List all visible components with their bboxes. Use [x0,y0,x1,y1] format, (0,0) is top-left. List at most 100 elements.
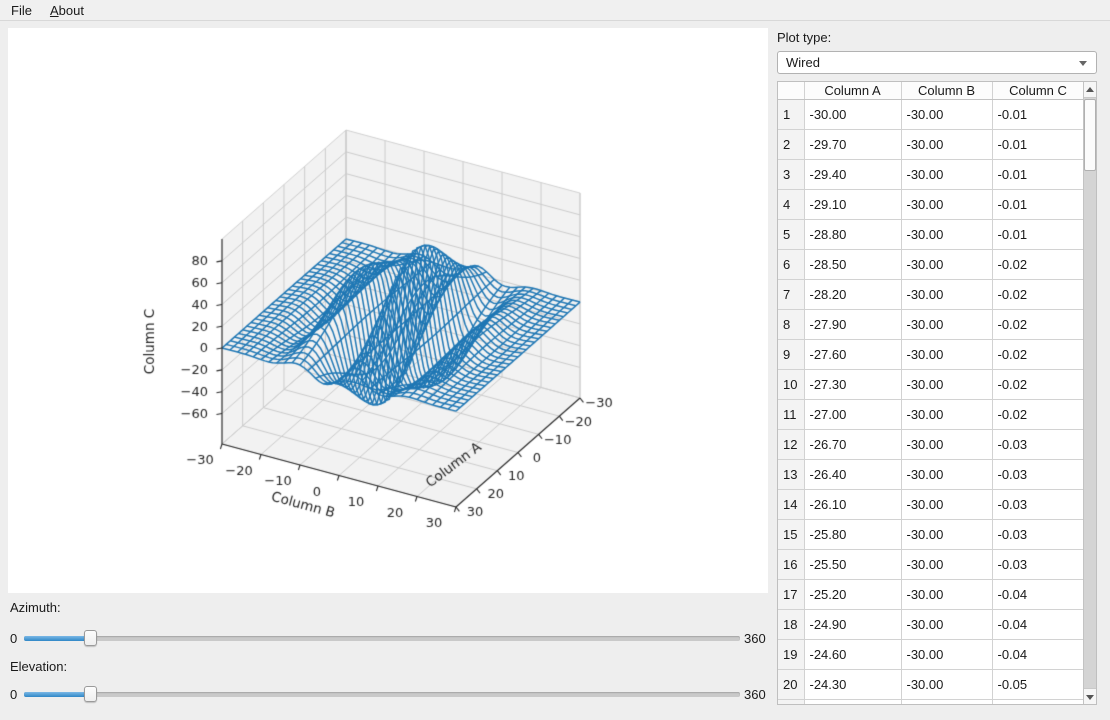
row-number[interactable]: 1 [778,99,804,129]
cell-column-a[interactable]: -30.00 [804,99,901,129]
row-number[interactable]: 7 [778,279,804,309]
cell-column-c[interactable]: -0.03 [992,489,1084,519]
cell-column-c[interactable]: -0.01 [992,189,1084,219]
cell-column-a[interactable]: -25.50 [804,549,901,579]
cell-column-a[interactable]: -28.80 [804,219,901,249]
cell-column-a[interactable]: -27.30 [804,369,901,399]
cell-column-a[interactable]: -27.90 [804,309,901,339]
cell-column-a[interactable]: -26.10 [804,489,901,519]
cell-column-b[interactable]: -30.00 [901,549,992,579]
column-header-a[interactable]: Column A [804,82,901,99]
row-number[interactable]: 12 [778,429,804,459]
slider-handle[interactable] [84,630,97,646]
cell-column-b[interactable]: -30.00 [901,459,992,489]
cell-column-a[interactable]: -28.20 [804,279,901,309]
cell-column-a[interactable]: -26.70 [804,429,901,459]
row-number[interactable] [778,699,804,705]
cell-column-b[interactable]: -30.00 [901,609,992,639]
cell-column-c[interactable]: -0.03 [992,519,1084,549]
cell-column-b[interactable]: -30.00 [901,309,992,339]
menu-item-about[interactable]: About [41,1,93,20]
cell-column-c[interactable]: -0.01 [992,219,1084,249]
row-number[interactable]: 11 [778,399,804,429]
column-header-c[interactable]: Column C [992,82,1084,99]
scrollbar-up-button[interactable] [1084,82,1096,98]
menu-item-file[interactable]: File [2,1,41,20]
row-number[interactable]: 2 [778,129,804,159]
cell-column-b[interactable]: -30.00 [901,219,992,249]
cell-column-a[interactable]: -24.30 [804,669,901,699]
slider-handle[interactable] [84,686,97,702]
row-number[interactable]: 9 [778,339,804,369]
row-number[interactable]: 19 [778,639,804,669]
cell-column-c[interactable]: -0.02 [992,339,1084,369]
cell-column-c[interactable]: -0.04 [992,639,1084,669]
cell-column-c[interactable]: -0.02 [992,279,1084,309]
table-row: 5 -28.80 -30.00 -0.01 [778,219,1084,249]
cell-column-c[interactable]: -0.02 [992,309,1084,339]
cell-column-a[interactable]: -28.50 [804,249,901,279]
cell-column-c[interactable]: -0.02 [992,249,1084,279]
row-number[interactable]: 4 [778,189,804,219]
row-number[interactable]: 20 [778,669,804,699]
cell-column-b[interactable]: -30.00 [901,579,992,609]
cell-column-a[interactable]: -27.00 [804,399,901,429]
cell-column-c[interactable]: -0.03 [992,459,1084,489]
cell-column-a[interactable]: -24.60 [804,639,901,669]
cell-column-b[interactable]: -30.00 [901,339,992,369]
cell-column-c[interactable]: -0.02 [992,399,1084,429]
row-number[interactable]: 5 [778,219,804,249]
row-number[interactable]: 3 [778,159,804,189]
row-number[interactable]: 15 [778,519,804,549]
cell-column-c[interactable]: -0.04 [992,579,1084,609]
cell-column-c[interactable]: -0.01 [992,129,1084,159]
cell-column-b[interactable]: -30.00 [901,279,992,309]
cell-column-c[interactable]: -0.03 [992,429,1084,459]
cell-column-b[interactable]: -30.00 [901,639,992,669]
cell-column-b[interactable]: -30.00 [901,519,992,549]
cell-column-a[interactable]: -26.40 [804,459,901,489]
cell-column-c[interactable]: -0.01 [992,159,1084,189]
slider-track[interactable] [24,692,740,697]
cell-column-b[interactable]: -30.00 [901,99,992,129]
slider-track[interactable] [24,636,740,641]
cell-column-b[interactable]: -30.00 [901,489,992,519]
cell-column-c[interactable] [992,699,1084,705]
row-number[interactable]: 16 [778,549,804,579]
scrollbar-thumb[interactable] [1084,99,1096,171]
cell-column-a[interactable]: -27.60 [804,339,901,369]
cell-column-b[interactable]: -30.00 [901,189,992,219]
table-scrollbar[interactable] [1083,82,1096,704]
column-header-b[interactable]: Column B [901,82,992,99]
row-number[interactable]: 17 [778,579,804,609]
cell-column-b[interactable]: -30.00 [901,669,992,699]
plot-type-select[interactable]: Wired [777,51,1097,74]
cell-column-b[interactable]: -30.00 [901,399,992,429]
cell-column-a[interactable]: -29.70 [804,129,901,159]
cell-column-a[interactable]: -29.40 [804,159,901,189]
cell-column-b[interactable]: -30.00 [901,429,992,459]
cell-column-c[interactable]: -0.04 [992,609,1084,639]
row-number[interactable]: 13 [778,459,804,489]
plot-canvas[interactable] [8,28,768,593]
row-number[interactable]: 18 [778,609,804,639]
cell-column-c[interactable]: -0.03 [992,549,1084,579]
cell-column-b[interactable]: -30.00 [901,129,992,159]
cell-column-b[interactable]: -30.00 [901,249,992,279]
cell-column-c[interactable]: -0.02 [992,369,1084,399]
row-number[interactable]: 6 [778,249,804,279]
cell-column-b[interactable]: -30.00 [901,159,992,189]
cell-column-c[interactable]: -0.01 [992,99,1084,129]
row-number[interactable]: 14 [778,489,804,519]
cell-column-b[interactable] [901,699,992,705]
row-number[interactable]: 8 [778,309,804,339]
row-number[interactable]: 10 [778,369,804,399]
cell-column-c[interactable]: -0.05 [992,669,1084,699]
scrollbar-down-button[interactable] [1084,688,1096,704]
cell-column-a[interactable]: -24.90 [804,609,901,639]
cell-column-b[interactable]: -30.00 [901,369,992,399]
cell-column-a[interactable]: -25.80 [804,519,901,549]
cell-column-a[interactable]: -29.10 [804,189,901,219]
cell-column-a[interactable]: -25.20 [804,579,901,609]
cell-column-a[interactable] [804,699,901,705]
